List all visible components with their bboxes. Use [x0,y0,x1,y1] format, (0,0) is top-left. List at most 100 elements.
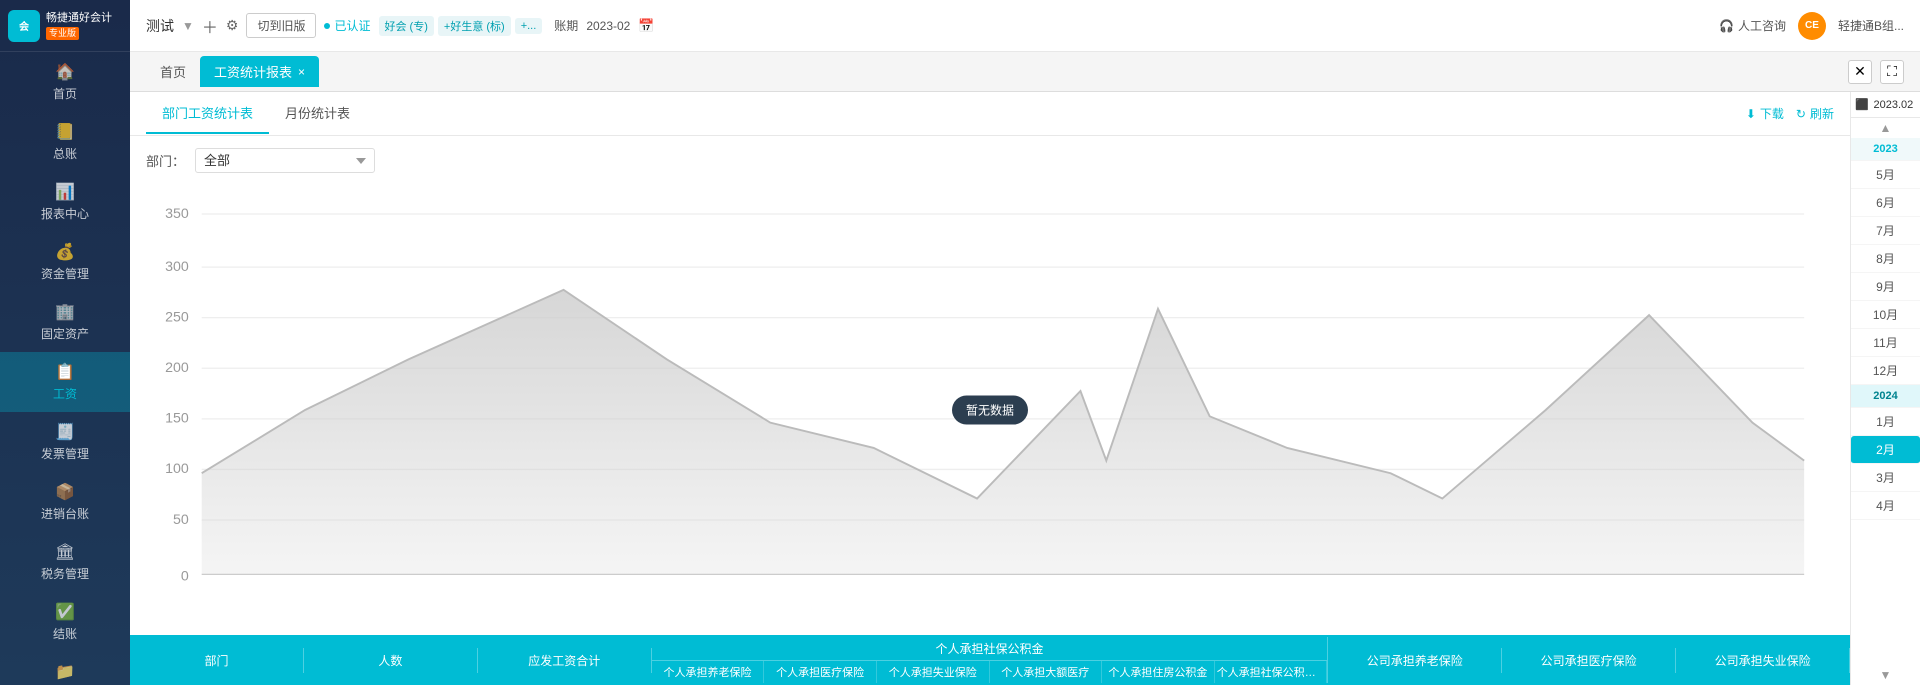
month-2023-7[interactable]: 7月 [1851,217,1920,245]
tags-area: 好会 (专) +好生意 (标) +... [379,16,543,36]
sub-tab-department[interactable]: 部门工资统计表 [146,93,269,134]
month-2023-10[interactable]: 10月 [1851,301,1920,329]
table-header-row: 部门 人数 应发工资合计 个人承担社保公积金 个人承担养老保险 个人承担医疗保险… [130,635,1850,685]
sidebar-item-label: 固定资产 [41,325,89,342]
sidebar-item-label: 结账 [53,625,77,642]
svg-text:200: 200 [165,359,189,375]
invoice-icon: 🧾 [55,422,75,442]
headset-icon: 🎧 [1719,19,1734,33]
calendar-icon[interactable]: 📅 [638,18,654,34]
tabbar: 首页 工资统计报表 × ✕ ⛶ [130,52,1920,92]
sidebar-item-tax[interactable]: 🏛 税务管理 [0,532,130,592]
sidebar-item-funds[interactable]: 💰 资金管理 [0,232,130,292]
refresh-icon: ↻ [1796,107,1806,121]
sidebar-item-invoice[interactable]: 🧾 发票管理 [0,412,130,472]
content-area: 部门工资统计表 月份统计表 ⬇ 下载 ↻ 刷新 部门： 全部 [130,92,1920,685]
date-nav-down-button[interactable]: ▼ [1851,665,1920,685]
month-2023-12[interactable]: 12月 [1851,357,1920,385]
col-personal-pension: 个人承担养老保险 [652,661,765,683]
date-icon: ⬛ [1855,98,1869,111]
settings-button[interactable]: ⚙ [226,17,239,34]
support-button[interactable]: 🎧 人工咨询 [1719,17,1786,34]
sidebar-item-assets[interactable]: 🏢 固定资产 [0,292,130,352]
col-personal-housing-fund: 个人承担住房公积金 [1102,661,1215,683]
sub-tab-monthly[interactable]: 月份统计表 [269,93,366,134]
tab-actions: ✕ ⛶ [1848,60,1904,84]
checkout-icon: ✅ [55,602,75,622]
svg-text:350: 350 [165,205,189,221]
sidebar-item-reports[interactable]: 📊 报表中心 [0,172,130,232]
home-icon: 🏠 [55,62,75,82]
avatar: CE [1798,12,1826,40]
month-2023-11[interactable]: 11月 [1851,329,1920,357]
department-select[interactable]: 全部 销售部 行政部 财务部 技术部 [195,148,375,173]
switch-version-button[interactable]: 切到旧版 [246,13,316,38]
sidebar-item-checkout[interactable]: ✅ 结账 [0,592,130,652]
month-2024-3[interactable]: 3月 [1851,464,1920,492]
tab-close-button[interactable]: × [298,65,305,79]
sidebar-item-label: 税务管理 [41,565,89,582]
col-personal-major-medical: 个人承担大额医疗 [990,661,1103,683]
tab-salary-report[interactable]: 工资统计报表 × [200,56,319,87]
user-name[interactable]: 轻捷通B组... [1838,17,1904,34]
sidebar-item-label: 进销台账 [41,505,89,522]
dropdown-arrow-icon[interactable]: ▼ [182,19,194,33]
sidebar-item-home[interactable]: 🏠 首页 [0,52,130,112]
year-2023: 2023 [1851,138,1920,161]
col-department: 部门 [130,648,304,673]
col-company-pension: 公司承担养老保险 [1328,648,1502,673]
month-2023-5[interactable]: 5月 [1851,161,1920,189]
assets-icon: 🏢 [55,302,75,322]
month-2023-9[interactable]: 9月 [1851,273,1920,301]
reports-icon: 📊 [55,182,75,202]
company-name: 测试 [146,16,174,36]
sidebar-item-label: 报表中心 [41,205,89,222]
sub-tabbar: 部门工资统计表 月份统计表 ⬇ 下载 ↻ 刷新 [130,92,1850,136]
col-personal-total: 个人承担社保公积金合计 [1215,661,1328,683]
date-input-row: ⬛ [1851,92,1920,118]
sidebar-item-purchase[interactable]: 📦 进销台账 [0,472,130,532]
period-value: 2023-02 [586,19,630,33]
month-2024-2[interactable]: 2月 [1851,436,1920,464]
salary-icon: 📋 [55,362,75,382]
sidebar-nav: 🏠 首页 📒 总账 📊 报表中心 💰 资金管理 🏢 固定资产 📋 工资 🧾 发票… [0,52,130,685]
month-2024-1[interactable]: 1月 [1851,408,1920,436]
date-nav-up-button[interactable]: ▲ [1851,118,1920,138]
filter-bar: 部门： 全部 销售部 行政部 财务部 技术部 [130,136,1850,185]
month-2024-4[interactable]: 4月 [1851,492,1920,520]
tab-close-window-button[interactable]: ✕ [1848,60,1872,84]
funds-icon: 💰 [55,242,75,262]
certified-badge: 已认证 [324,17,370,34]
download-button[interactable]: ⬇ 下载 [1746,105,1784,122]
col-headcount: 人数 [304,648,478,673]
purchase-icon: 📦 [55,482,75,502]
tab-home[interactable]: 首页 [146,56,200,87]
filter-label: 部门： [146,151,185,170]
tag-haoshengyi: +好生意 (标) [438,16,511,36]
col-total-salary: 应发工资合计 [478,648,652,673]
col-group-personal-insurance: 个人承担社保公积金 个人承担养老保险 个人承担医疗保险 个人承担失业保险 个人承… [652,637,1329,683]
tag-more: +... [515,18,543,34]
month-2023-6[interactable]: 6月 [1851,189,1920,217]
logo-icon: 会 [8,10,40,42]
sidebar-item-archive[interactable]: 📁 归档管理 [0,652,130,685]
main-area: 测试 ▼ ＋ ⚙ 切到旧版 已认证 好会 (专) +好生意 (标) +... 账… [130,0,1920,685]
sidebar-item-ledger[interactable]: 📒 总账 [0,112,130,172]
tab-maximize-button[interactable]: ⛶ [1880,60,1904,84]
sidebar-item-label: 资金管理 [41,265,89,282]
date-list: 2023 5月 6月 7月 8月 9月 10月 11月 12月 2024 1月 … [1851,138,1920,665]
refresh-button[interactable]: ↻ 刷新 [1796,105,1834,122]
add-button[interactable]: ＋ [202,14,218,38]
col-personal-medical: 个人承担医疗保险 [764,661,877,683]
svg-text:100: 100 [165,460,189,476]
tax-icon: 🏛 [55,542,75,562]
sidebar-item-label: 总账 [53,145,77,162]
month-2023-8[interactable]: 8月 [1851,245,1920,273]
col-company-medical: 公司承担医疗保险 [1502,648,1676,673]
certified-dot-icon [324,23,330,29]
date-input[interactable] [1871,99,1916,111]
svg-text:0: 0 [181,568,189,584]
col-personal-unemployment: 个人承担失业保险 [877,661,990,683]
sidebar-item-salary[interactable]: 📋 工资 [0,352,130,412]
archive-icon: 📁 [55,662,75,682]
